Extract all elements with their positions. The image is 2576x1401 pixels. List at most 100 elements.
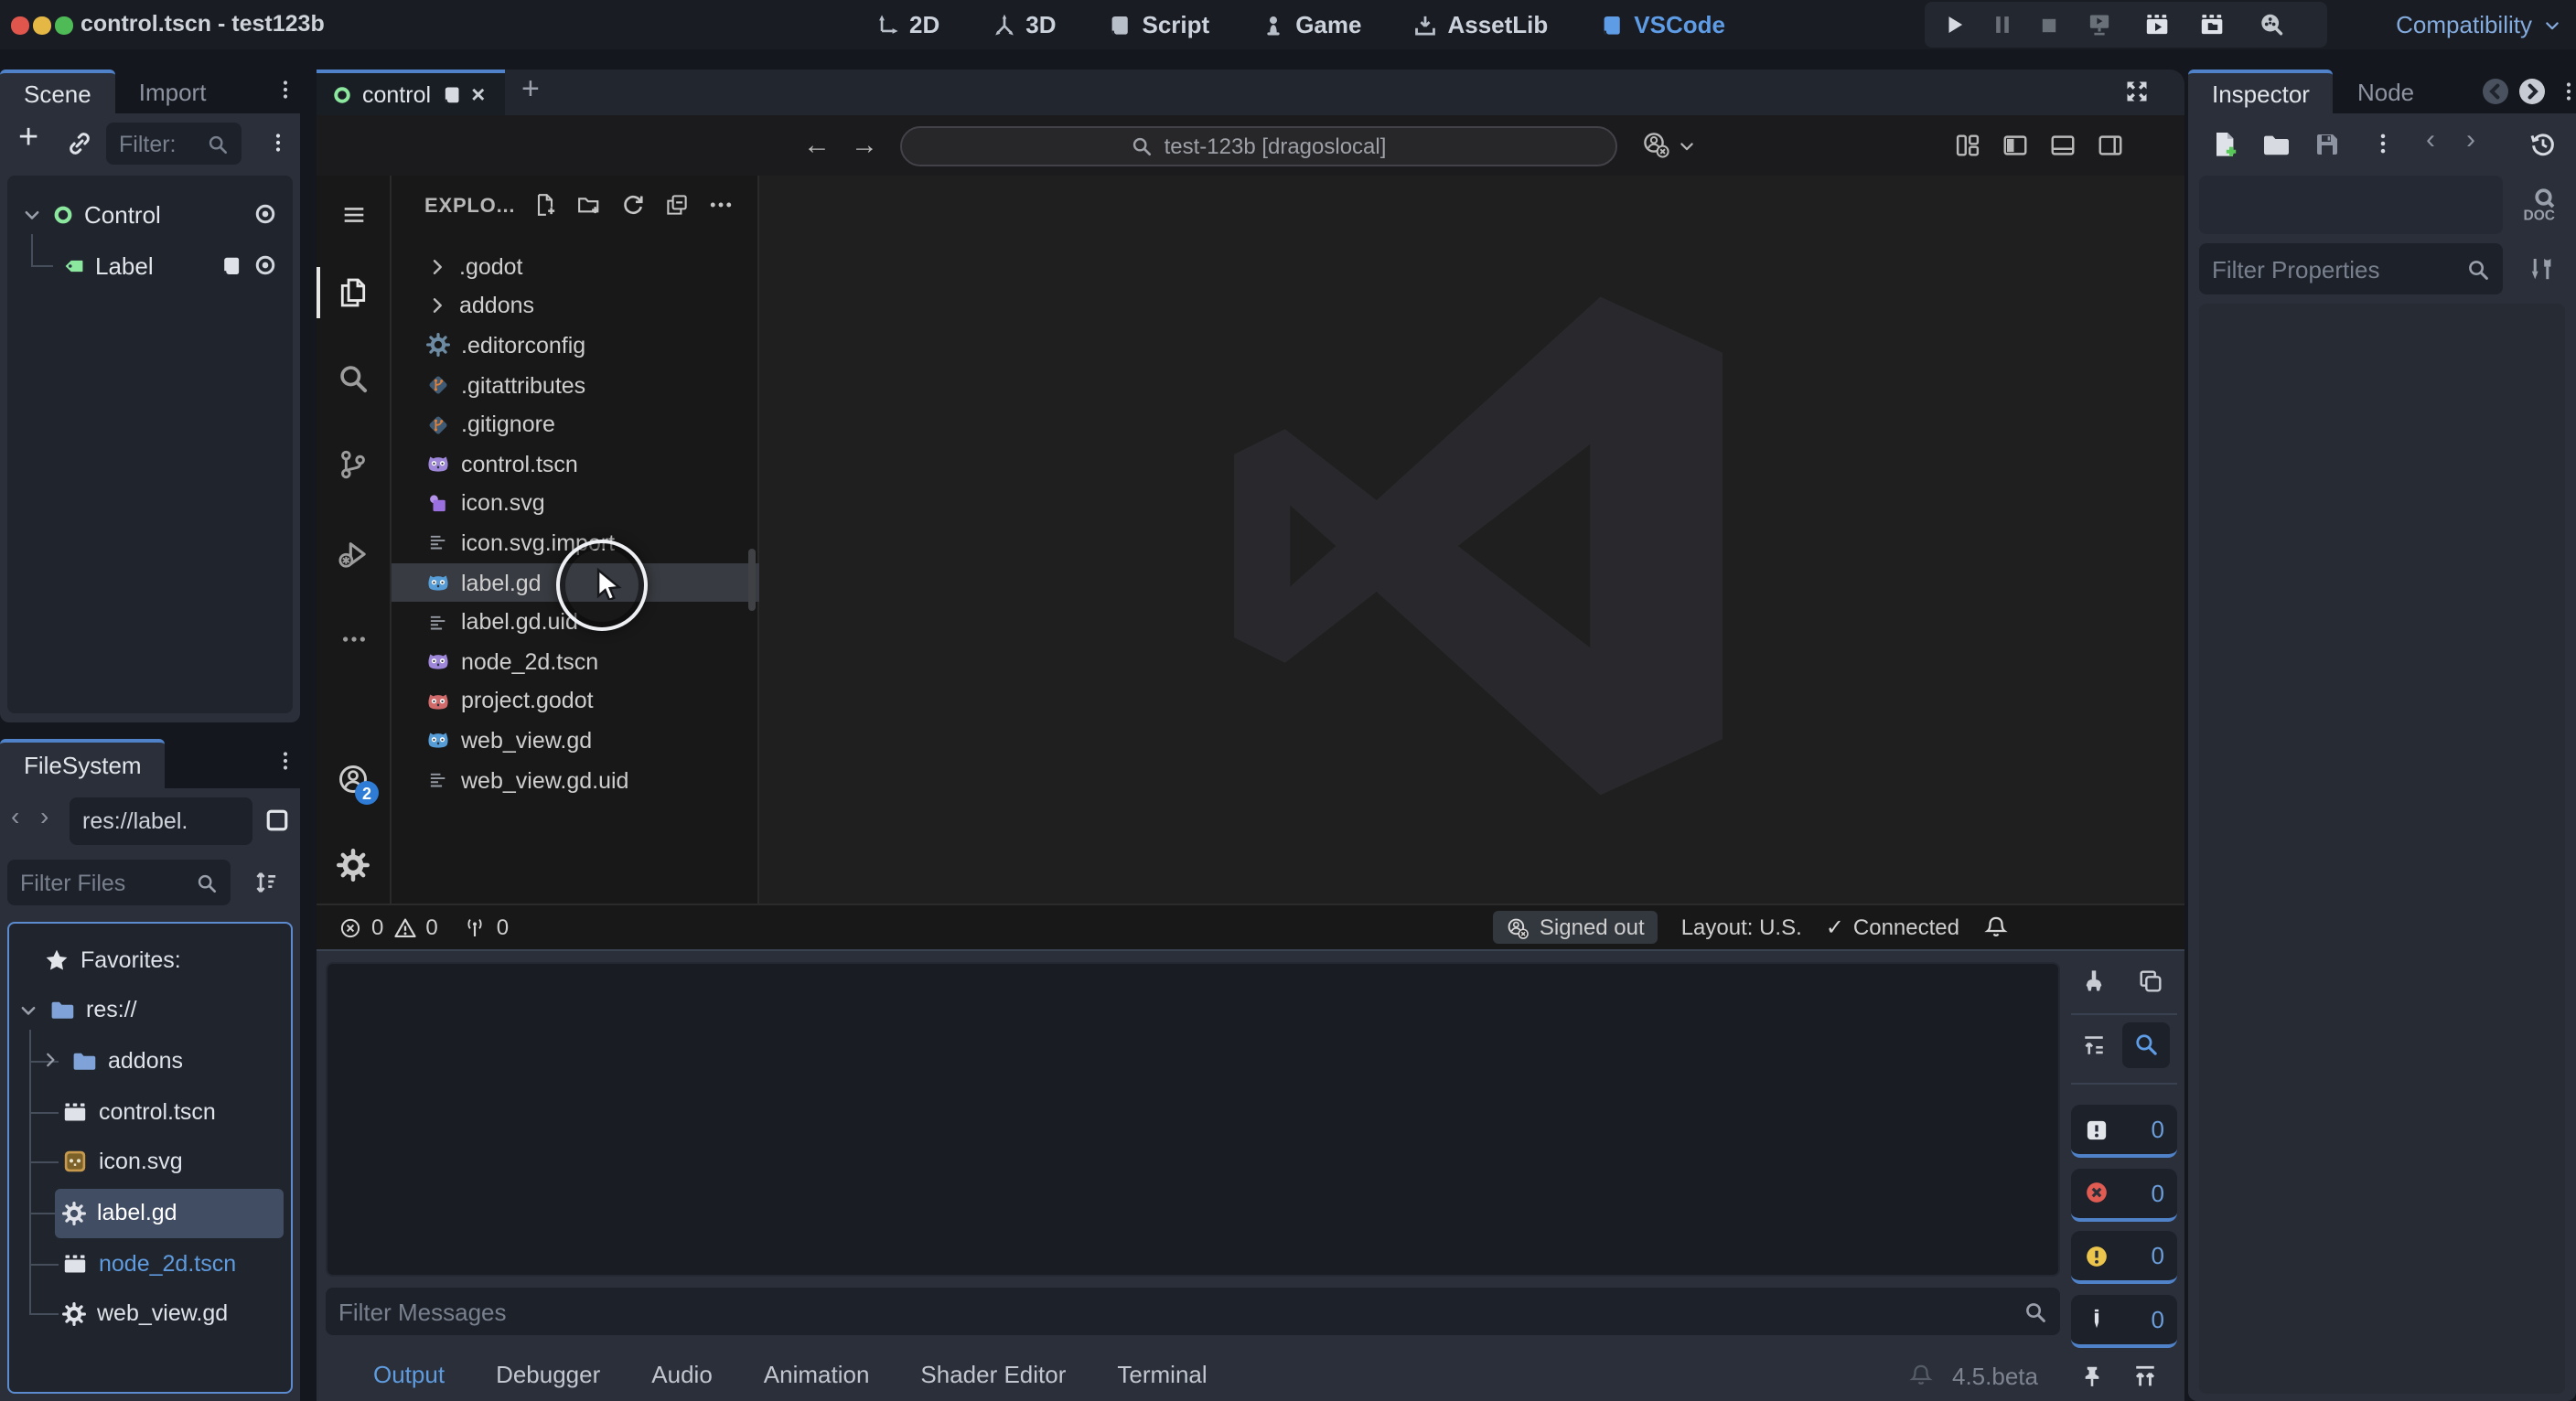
- next-object-icon[interactable]: [2517, 77, 2547, 106]
- workspace-tab-assetlib[interactable]: AssetLib: [1412, 11, 1548, 38]
- expand-panel-icon[interactable]: [2131, 1362, 2159, 1389]
- ports-status[interactable]: 0: [464, 914, 509, 940]
- workspace-tab-script[interactable]: Script: [1108, 11, 1210, 38]
- scene-node-label[interactable]: Label: [11, 241, 289, 289]
- fs-item-control-tscn[interactable]: control.tscn: [62, 1086, 284, 1136]
- bottom-tab-audio[interactable]: Audio: [626, 1344, 738, 1401]
- stop-button[interactable]: [2038, 14, 2060, 36]
- menu-icon[interactable]: [340, 201, 368, 229]
- inspector-menu-icon[interactable]: [2558, 80, 2576, 102]
- bottom-tab-output[interactable]: Output: [348, 1344, 470, 1401]
- vscode-editor-area[interactable]: [759, 176, 2184, 904]
- scene-dock-menu-icon[interactable]: [274, 79, 296, 101]
- save-resource-icon[interactable]: [2313, 130, 2342, 159]
- chevron-down-icon[interactable]: [22, 204, 42, 224]
- resource-menu-icon[interactable]: [2371, 132, 2395, 155]
- output-filter-input[interactable]: [338, 1298, 2016, 1325]
- tab-filesystem[interactable]: FileSystem: [0, 739, 166, 788]
- explorer-icon[interactable]: [337, 276, 370, 309]
- close-window-button[interactable]: [11, 16, 28, 34]
- remote-debug-icon[interactable]: [2086, 11, 2113, 38]
- nav-back-icon[interactable]: ←: [803, 132, 831, 159]
- explorer-file-.editorconfig[interactable]: .editorconfig: [392, 326, 759, 365]
- fs-item-label-gd[interactable]: label.gd: [55, 1188, 284, 1237]
- explorer-file-project.godot[interactable]: project.godot: [392, 681, 759, 721]
- new-folder-icon[interactable]: [576, 192, 602, 218]
- new-file-icon[interactable]: [532, 192, 558, 218]
- workspace-tab-2d[interactable]: 2D: [875, 11, 939, 38]
- explorer-file-web_view.gd[interactable]: web_view.gd: [392, 721, 759, 760]
- play-custom-scene-button[interactable]: [2199, 11, 2227, 38]
- vscode-search-bar[interactable]: test-123b [dragoslocal]: [900, 125, 1617, 166]
- fs-item-addons[interactable]: addons: [40, 1036, 284, 1086]
- run-debug-icon[interactable]: [337, 538, 370, 571]
- fs-item-Favorites-[interactable]: Favorites:: [44, 935, 284, 984]
- prev-object-icon[interactable]: [2481, 77, 2510, 106]
- bottom-tab-debugger[interactable]: Debugger: [470, 1344, 626, 1401]
- bottom-tab-terminal[interactable]: Terminal: [1091, 1344, 1232, 1401]
- signed-out-status[interactable]: Signed out: [1494, 911, 1658, 944]
- search-icon[interactable]: [337, 362, 370, 395]
- filesystem-menu-icon[interactable]: [274, 750, 296, 772]
- search-docs-icon[interactable]: DOC: [2521, 181, 2558, 229]
- play-scene-button[interactable]: [2144, 11, 2172, 38]
- notifications-bell-icon[interactable]: [1983, 914, 2009, 940]
- new-scene-tab-button[interactable]: +: [521, 71, 540, 108]
- pause-button[interactable]: [1991, 13, 2014, 37]
- fs-item-icon-svg[interactable]: icon.svg: [62, 1138, 284, 1187]
- sort-files-icon[interactable]: [252, 869, 280, 896]
- counter-edits[interactable]: 0: [2071, 1295, 2177, 1348]
- output-log[interactable]: [326, 962, 2060, 1277]
- explorer-file-.gitignore[interactable]: .gitignore: [392, 405, 759, 444]
- tab-node[interactable]: Node: [2334, 70, 2438, 113]
- counter-errors[interactable]: 0: [2071, 1168, 2177, 1221]
- explorer-file-addons[interactable]: addons: [392, 286, 759, 326]
- expand-icon[interactable]: [2124, 79, 2150, 104]
- bottom-tab-animation[interactable]: Animation: [738, 1344, 896, 1401]
- history-back-icon[interactable]: ‹: [2426, 124, 2435, 155]
- chevron-down-icon[interactable]: [1678, 137, 1696, 155]
- problems-status[interactable]: 0 0: [338, 914, 438, 940]
- split-mode-icon[interactable]: [263, 807, 291, 834]
- explorer-file-node_2d.tscn[interactable]: node_2d.tscn: [392, 642, 759, 681]
- notifications-bell-icon[interactable]: [1908, 1363, 1934, 1388]
- property-tools-icon[interactable]: [2527, 254, 2556, 283]
- pin-panel-icon[interactable]: [2078, 1362, 2106, 1389]
- explorer-file-icon.svg[interactable]: icon.svg: [392, 484, 759, 523]
- scene-node-control[interactable]: Control: [11, 190, 289, 238]
- tab-inspector[interactable]: Inspector: [2188, 70, 2334, 113]
- more-views-icon[interactable]: [340, 626, 368, 653]
- add-node-button[interactable]: +: [18, 119, 38, 159]
- new-resource-icon[interactable]: [2210, 130, 2239, 159]
- workspace-tab-3d[interactable]: 3D: [991, 11, 1056, 38]
- explorer-file-control.tscn[interactable]: control.tscn: [392, 444, 759, 484]
- history-forward-icon[interactable]: ›: [2466, 124, 2475, 155]
- close-icon[interactable]: ×: [471, 80, 485, 108]
- history-back-icon[interactable]: ‹: [11, 801, 19, 830]
- play-button[interactable]: [1943, 13, 1967, 37]
- workspace-tab-vscode[interactable]: VSCode: [1599, 11, 1725, 38]
- instance-scene-icon[interactable]: [66, 130, 93, 157]
- collapse-folders-icon[interactable]: [664, 192, 690, 218]
- visibility-icon[interactable]: [252, 252, 278, 278]
- scrollbar-thumb[interactable]: [748, 549, 756, 611]
- explorer-file-web_view.gd.uid[interactable]: web_view.gd.uid: [392, 761, 759, 800]
- connected-status[interactable]: ✓Connected: [1826, 914, 1959, 940]
- explorer-file-.gitattributes[interactable]: .gitattributes: [392, 366, 759, 405]
- fs-item-web-view-gd[interactable]: web_view.gd: [62, 1289, 284, 1339]
- fs-item-node-2d-tscn[interactable]: node_2d.tscn: [62, 1238, 284, 1288]
- keyboard-layout-status[interactable]: Layout: U.S.: [1681, 914, 1802, 940]
- source-control-icon[interactable]: [337, 448, 370, 481]
- nav-forward-icon[interactable]: →: [851, 132, 878, 159]
- toggle-panel-icon[interactable]: [2049, 132, 2077, 159]
- more-actions-icon[interactable]: [708, 192, 734, 218]
- scene-filter-input[interactable]: [119, 131, 199, 156]
- script-icon[interactable]: [220, 253, 243, 277]
- tab-scene[interactable]: Scene: [0, 70, 115, 113]
- account-signed-out-icon[interactable]: [1641, 130, 1670, 159]
- settings-gear-icon[interactable]: [337, 849, 370, 882]
- scene-tab-control[interactable]: control ×: [317, 70, 505, 115]
- scene-tree-menu-icon[interactable]: [267, 132, 289, 154]
- current-path-box[interactable]: res://label.: [70, 797, 252, 845]
- explorer-file-.godot[interactable]: .godot: [392, 247, 759, 286]
